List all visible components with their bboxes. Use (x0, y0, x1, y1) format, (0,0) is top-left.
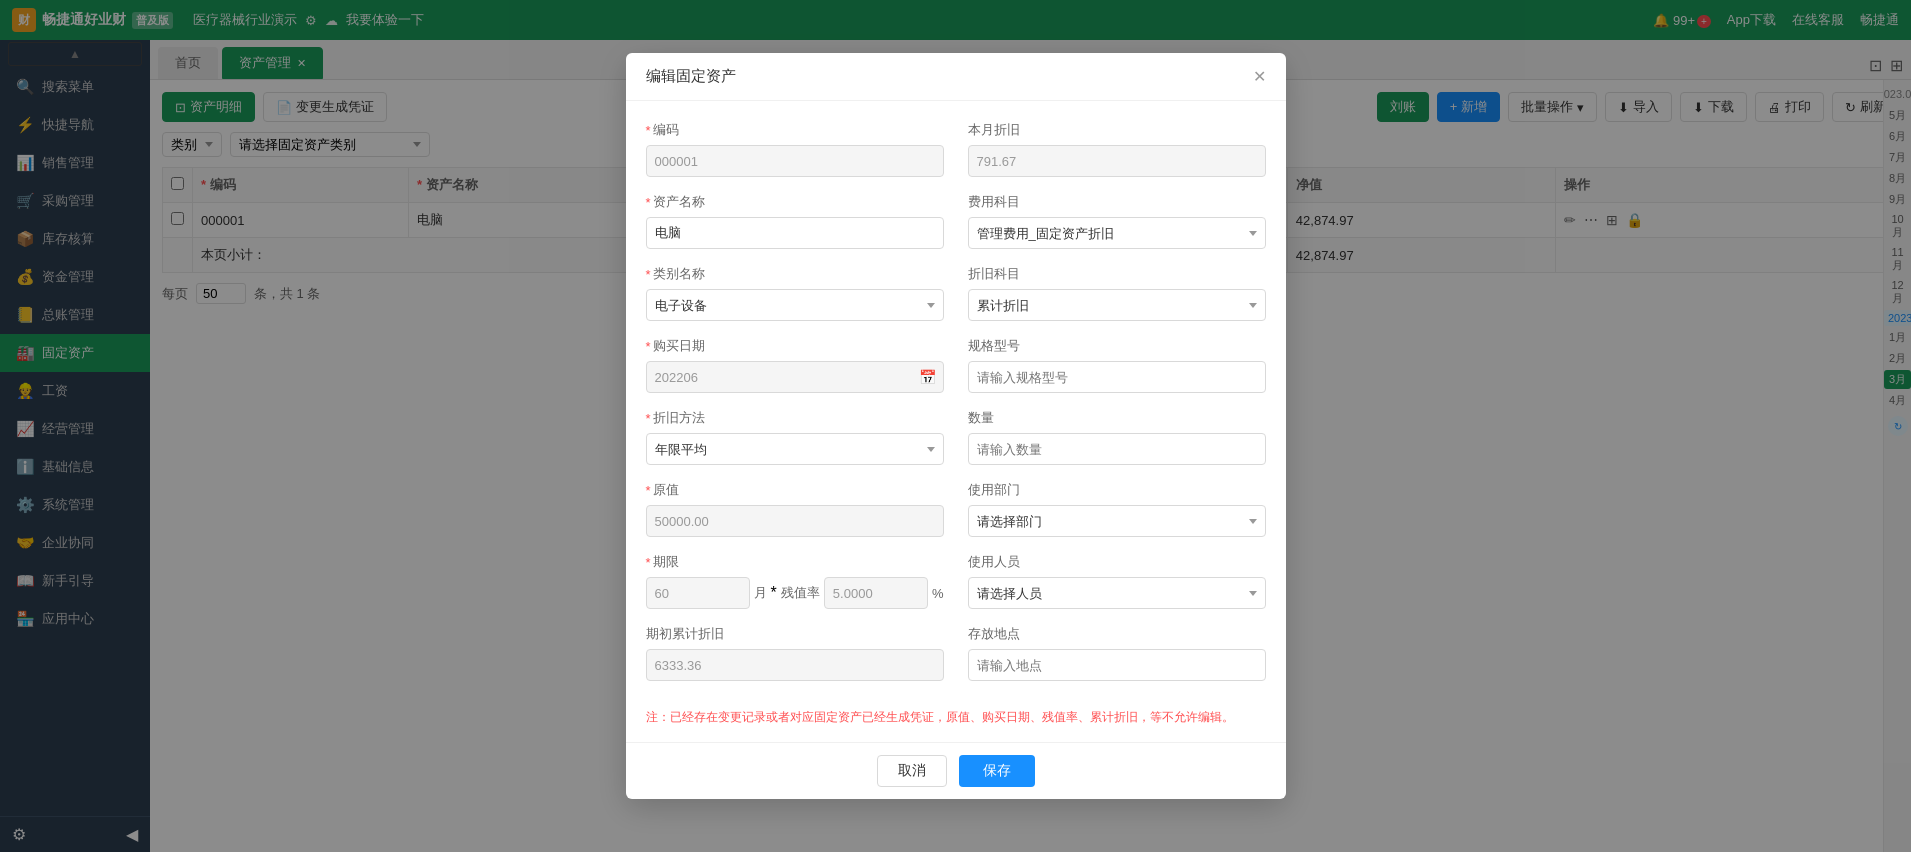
category-select[interactable]: 电子设备 (646, 289, 944, 321)
form-row-code: * 编码 (646, 121, 944, 177)
save-button[interactable]: 保存 (959, 755, 1035, 787)
form-row-expense-subject: 费用科目 管理费用_固定资产折旧 (968, 193, 1266, 249)
purchase-date-label: * 购买日期 (646, 337, 944, 355)
period-unit: 月 (754, 584, 767, 602)
spec-input[interactable] (968, 361, 1266, 393)
expense-subject-wrap: 管理费用_固定资产折旧 (968, 217, 1266, 249)
dialog-title: 编辑固定资产 (646, 67, 736, 86)
form-grid: * 编码 本月折旧 * 资产名称 (646, 121, 1266, 681)
form-row-quantity: 数量 (968, 409, 1266, 465)
period-input[interactable] (646, 577, 750, 609)
dialog-note: 注：已经存在变更记录或者对应固定资产已经生成凭证，原值、购买日期、残值率、累计折… (646, 709, 1266, 726)
quantity-label: 数量 (968, 409, 1266, 427)
spec-label: 规格型号 (968, 337, 1266, 355)
code-label: * 编码 (646, 121, 944, 139)
period-depreciation-input[interactable] (646, 649, 944, 681)
depreciation-subject-label: 折旧科目 (968, 265, 1266, 283)
form-row-location: 存放地点 (968, 625, 1266, 681)
cancel-button[interactable]: 取消 (877, 755, 947, 787)
form-row-purchase-date: * 购买日期 📅 (646, 337, 944, 393)
original-value-label: * 原值 (646, 481, 944, 499)
form-row-original-value: * 原值 (646, 481, 944, 537)
period-group: 月 * 残值率 % (646, 577, 944, 609)
form-row-period-depreciation: 期初累计折旧 (646, 625, 944, 681)
user-select[interactable]: 请选择人员 (968, 577, 1266, 609)
dialog-footer: 取消 保存 (626, 742, 1286, 799)
form-row-period: * 期限 月 * 残值率 % (646, 553, 944, 609)
location-input[interactable] (968, 649, 1266, 681)
form-row-dep-method: * 折旧方法 年限平均 (646, 409, 944, 465)
period-label: * 期限 (646, 553, 944, 571)
form-row-department: 使用部门 请选择部门 (968, 481, 1266, 537)
form-row-user: 使用人员 请选择人员 (968, 553, 1266, 609)
dep-method-wrap: 年限平均 (646, 433, 944, 465)
dialog-header: 编辑固定资产 ✕ (626, 53, 1286, 101)
monthly-depreciation-label: 本月折旧 (968, 121, 1266, 139)
form-row-spec: 规格型号 (968, 337, 1266, 393)
form-row-asset-name: * 资产名称 (646, 193, 944, 249)
residual-req: * (771, 584, 777, 602)
form-row-monthly-depreciation: 本月折旧 (968, 121, 1266, 177)
purchase-date-input[interactable] (646, 361, 944, 393)
expense-subject-select[interactable]: 管理费用_固定资产折旧 (968, 217, 1266, 249)
expense-subject-label: 费用科目 (968, 193, 1266, 211)
asset-name-input[interactable] (646, 217, 944, 249)
depreciation-subject-wrap: 累计折旧 (968, 289, 1266, 321)
original-value-input[interactable] (646, 505, 944, 537)
department-select[interactable]: 请选择部门 (968, 505, 1266, 537)
monthly-depreciation-input[interactable] (968, 145, 1266, 177)
edit-fixed-asset-dialog: 编辑固定资产 ✕ * 编码 本月折旧 (626, 53, 1286, 799)
period-depreciation-label: 期初累计折旧 (646, 625, 944, 643)
form-row-category: * 类别名称 电子设备 (646, 265, 944, 321)
category-wrap: 电子设备 (646, 289, 944, 321)
asset-name-label: * 资产名称 (646, 193, 944, 211)
user-label: 使用人员 (968, 553, 1266, 571)
department-wrap: 请选择部门 (968, 505, 1266, 537)
residual-rate-input[interactable] (824, 577, 928, 609)
dialog-overlay: 编辑固定资产 ✕ * 编码 本月折旧 (0, 0, 1911, 852)
depreciation-subject-select[interactable]: 累计折旧 (968, 289, 1266, 321)
user-wrap: 请选择人员 (968, 577, 1266, 609)
dep-method-label: * 折旧方法 (646, 409, 944, 427)
dialog-body: * 编码 本月折旧 * 资产名称 (626, 101, 1286, 701)
location-label: 存放地点 (968, 625, 1266, 643)
dep-method-select[interactable]: 年限平均 (646, 433, 944, 465)
category-label: * 类别名称 (646, 265, 944, 283)
residual-rate-label: 残值率 (781, 584, 820, 602)
calendar-icon[interactable]: 📅 (919, 369, 936, 385)
form-row-depreciation-subject: 折旧科目 累计折旧 (968, 265, 1266, 321)
dialog-close-btn[interactable]: ✕ (1253, 67, 1266, 86)
purchase-date-wrap: 📅 (646, 361, 944, 393)
code-input[interactable] (646, 145, 944, 177)
residual-rate-unit: % (932, 586, 944, 601)
department-label: 使用部门 (968, 481, 1266, 499)
quantity-input[interactable] (968, 433, 1266, 465)
